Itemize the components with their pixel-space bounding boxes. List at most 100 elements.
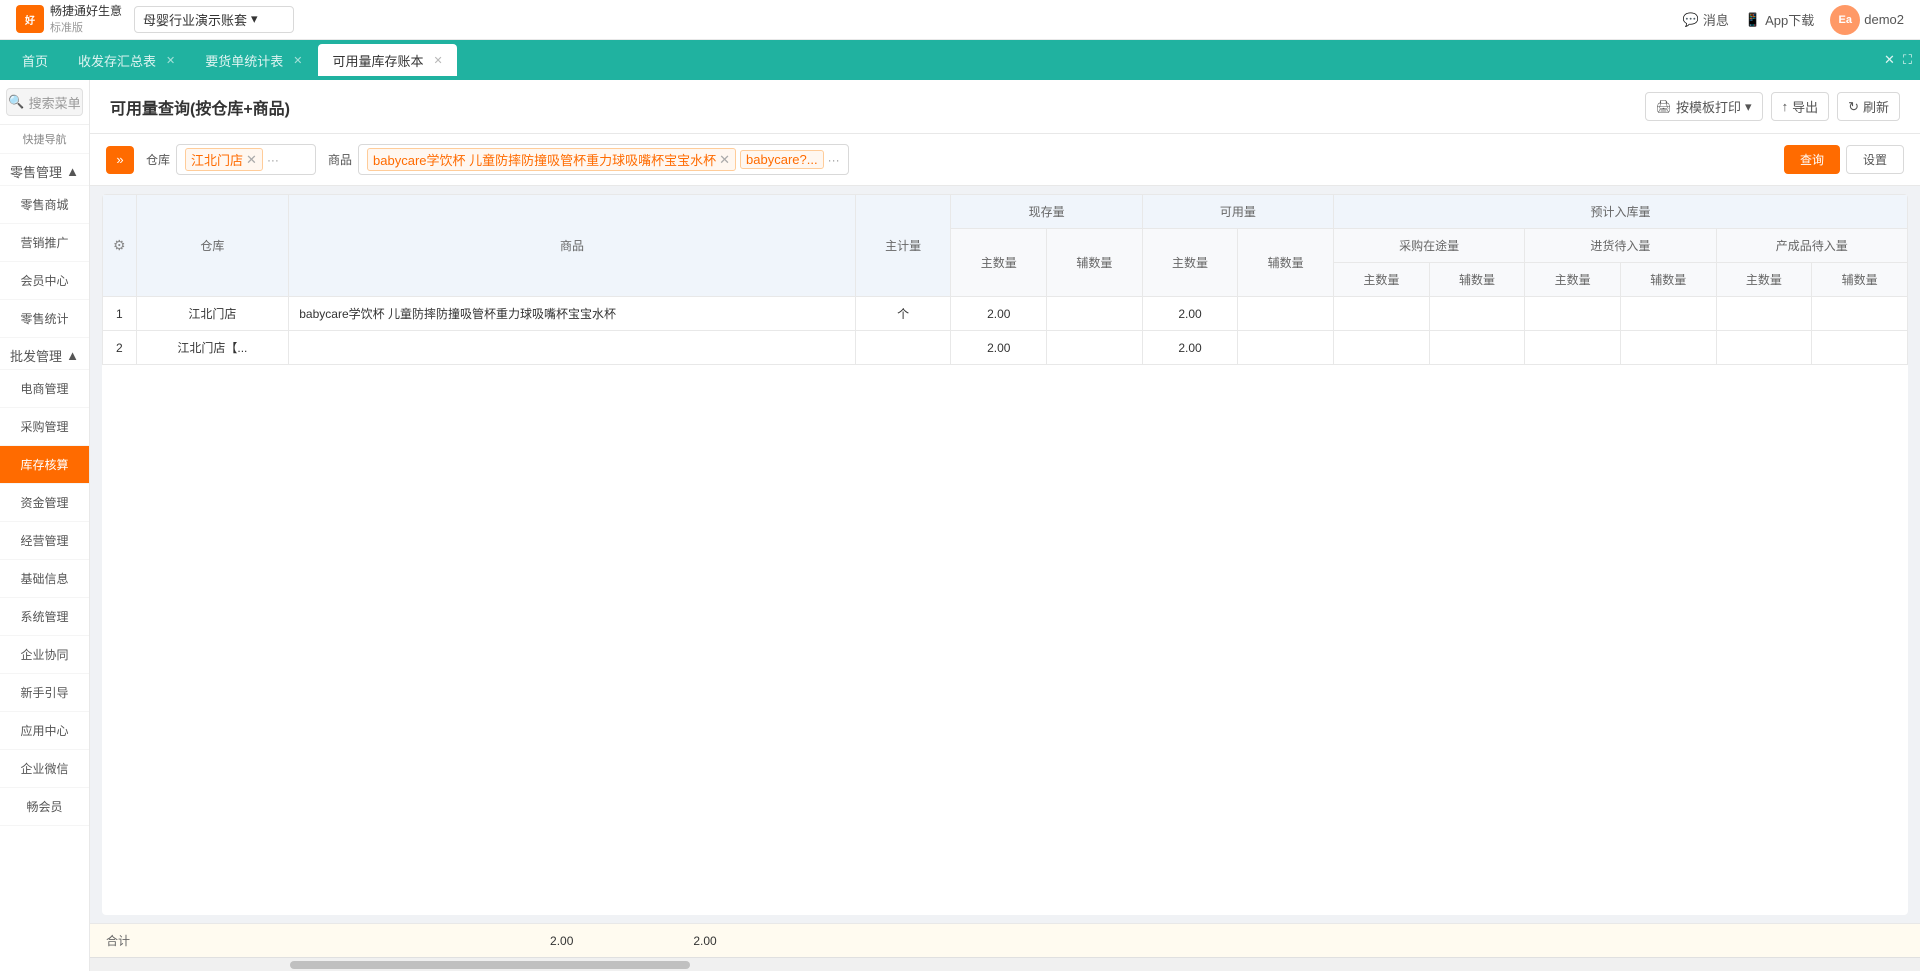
sidebar-item-ecommerce[interactable]: 电商管理 [0, 370, 89, 408]
print-icon: 🖨 [1656, 99, 1673, 115]
industry-selector[interactable]: 母婴行业演示账套 ▾ [134, 6, 294, 33]
cell-unit: 个 [855, 297, 951, 331]
cell-purchase-sub [1429, 297, 1525, 331]
cell-incoming-sub [1620, 331, 1716, 365]
data-table: ⚙ 仓库 商品 主计量 现存量 可用量 预计入库量 主数量 辅数量 主数量 辅数… [102, 194, 1908, 365]
col-incoming-main-header: 主数量 [1525, 263, 1621, 297]
sidebar-item-vip[interactable]: 畅会员 [0, 788, 89, 826]
retail-mgmt-label: 零售管理 [10, 162, 62, 181]
order-stats-tab-label: 要货单统计表 [205, 51, 283, 70]
logo-icon: 好 [16, 5, 44, 33]
cell-current-main: 2.00 [951, 331, 1047, 365]
product-tag-1-close[interactable]: ✕ [719, 152, 730, 168]
summary-values: 2.00 2.00 [150, 934, 1904, 948]
search-icon: 🔍 [8, 94, 24, 110]
cell-product-sub [1812, 331, 1908, 365]
cell-product-main [1716, 331, 1812, 365]
cell-purchase-main [1334, 331, 1430, 365]
sidebar-item-marketing[interactable]: 营销推广 [0, 224, 89, 262]
col-product-header: 商品 [289, 195, 856, 297]
sidebar-item-purchase[interactable]: 采购管理 [0, 408, 89, 446]
home-tab-label: 首页 [22, 51, 48, 70]
tab-receipts[interactable]: 收发存汇总表 ✕ [64, 44, 189, 76]
app-icon: 📱 [1745, 12, 1761, 28]
message-icon: 💬 [1683, 12, 1699, 28]
column-settings-icon[interactable]: ⚙ [113, 237, 126, 253]
cell-purchase-sub [1429, 331, 1525, 365]
sidebar-item-new-guide[interactable]: 新手引导 [0, 674, 89, 712]
sidebar-item-finance[interactable]: 资金管理 [0, 484, 89, 522]
app-download-button[interactable]: 📱 App下载 [1745, 10, 1814, 29]
cell-warehouse: 江北门店【... [136, 331, 289, 365]
col-current-header: 现存量 [951, 195, 1142, 229]
scroll-thumb[interactable] [290, 961, 690, 969]
wholesale-label: 批发管理 [10, 346, 62, 365]
col-incoming-wait-header: 进货待入量 [1525, 229, 1716, 263]
horizontal-scrollbar[interactable] [90, 957, 1920, 971]
warehouse-filter-label: 仓库 [146, 151, 170, 168]
print-label: 按模板打印 [1676, 97, 1741, 116]
cell-available-sub [1238, 331, 1334, 365]
close-receipts-icon[interactable]: ✕ [166, 54, 175, 67]
page-header-actions: 🖨 按模板打印 ▾ ↑ 导出 ↻ 刷新 [1645, 92, 1901, 133]
export-button[interactable]: ↑ 导出 [1771, 92, 1830, 121]
message-button[interactable]: 💬 消息 [1683, 10, 1729, 29]
sidebar-item-wholesale[interactable]: 批发管理 ▲ [0, 338, 89, 370]
refresh-button[interactable]: ↻ 刷新 [1837, 92, 1900, 121]
cell-product [289, 331, 856, 365]
sidebar-item-operations[interactable]: 经营管理 [0, 522, 89, 560]
expand-icon[interactable]: ⛶ [1903, 52, 1912, 68]
tab-home[interactable]: 首页 [8, 44, 62, 76]
cell-current-sub [1047, 331, 1143, 365]
product-tag-2: babycare?... [740, 150, 824, 169]
app-download-label: App下载 [1765, 10, 1814, 29]
sidebar-item-app-center[interactable]: 应用中心 [0, 712, 89, 750]
sidebar: 🔍 搜索菜单 快捷导航 零售管理 ▲ 零售商城 营销推广 会员中心 零售统计 批… [0, 80, 90, 971]
filter-expand-button[interactable]: » [106, 146, 134, 174]
user-profile[interactable]: Ea demo2 [1830, 5, 1904, 35]
settings-button[interactable]: 设置 [1846, 145, 1904, 174]
expand-icon: » [116, 152, 123, 167]
print-button[interactable]: 🖨 按模板打印 ▾ [1645, 92, 1763, 121]
sidebar-item-retail-stats[interactable]: 零售统计 [0, 300, 89, 338]
export-label: 导出 [1792, 97, 1818, 116]
product-more[interactable]: ··· [828, 153, 840, 167]
sidebar-item-retail-mall[interactable]: 零售商城 [0, 186, 89, 224]
col-available-main-header: 主数量 [1142, 229, 1238, 297]
export-icon: ↑ [1782, 99, 1789, 114]
tab-available[interactable]: 可用量库存账本 ✕ [318, 44, 456, 76]
warehouse-more[interactable]: ··· [267, 153, 279, 167]
col-warehouse-header: 仓库 [136, 195, 289, 297]
refresh-icon: ↻ [1848, 99, 1859, 115]
cell-product-main [1716, 297, 1812, 331]
main-layout: 🔍 搜索菜单 快捷导航 零售管理 ▲ 零售商城 营销推广 会员中心 零售统计 批… [0, 80, 1920, 971]
close-order-stats-icon[interactable]: ✕ [293, 54, 302, 67]
sidebar-item-sys-mgmt[interactable]: 系统管理 [0, 598, 89, 636]
query-button[interactable]: 查询 [1784, 145, 1840, 174]
sidebar-item-member[interactable]: 会员中心 [0, 262, 89, 300]
close-all-icon[interactable]: ✕ [1884, 52, 1895, 68]
sidebar-item-enterprise[interactable]: 企业协同 [0, 636, 89, 674]
col-available-header: 可用量 [1142, 195, 1333, 229]
warehouse-input[interactable]: 江北门店 ✕ ··· [176, 144, 316, 175]
cell-available-main: 2.00 [1142, 331, 1238, 365]
top-bar-left: 好 畅捷通好生意 标准版 母婴行业演示账套 ▾ [16, 4, 294, 34]
avatar: Ea [1830, 5, 1860, 35]
cell-unit [855, 331, 951, 365]
nav-right-controls: ✕ ⛶ [1884, 52, 1912, 68]
sidebar-item-retail-mgmt[interactable]: 零售管理 ▲ [0, 154, 89, 186]
sidebar-item-shortcut[interactable]: 快捷导航 [0, 125, 89, 154]
filter-actions: 查询 设置 [1784, 145, 1904, 174]
sidebar-item-base-info[interactable]: 基础信息 [0, 560, 89, 598]
sidebar-item-inventory[interactable]: 库存核算 [0, 446, 89, 484]
warehouse-tag-close[interactable]: ✕ [246, 152, 257, 168]
search-menu-button[interactable]: 🔍 搜索菜单 [6, 88, 83, 116]
chevron-icon: ▲ [66, 164, 79, 179]
cell-product-sub [1812, 297, 1908, 331]
sidebar-item-wechat[interactable]: 企业微信 [0, 750, 89, 788]
product-input[interactable]: babycare学饮杯 儿童防摔防撞吸管杯重力球吸嘴杯宝宝水杯 ✕ babyca… [358, 144, 849, 175]
close-available-icon[interactable]: ✕ [434, 54, 443, 67]
cell-current-main: 2.00 [951, 297, 1047, 331]
tab-order-stats[interactable]: 要货单统计表 ✕ [191, 44, 316, 76]
table-container: ⚙ 仓库 商品 主计量 现存量 可用量 预计入库量 主数量 辅数量 主数量 辅数… [102, 194, 1908, 915]
